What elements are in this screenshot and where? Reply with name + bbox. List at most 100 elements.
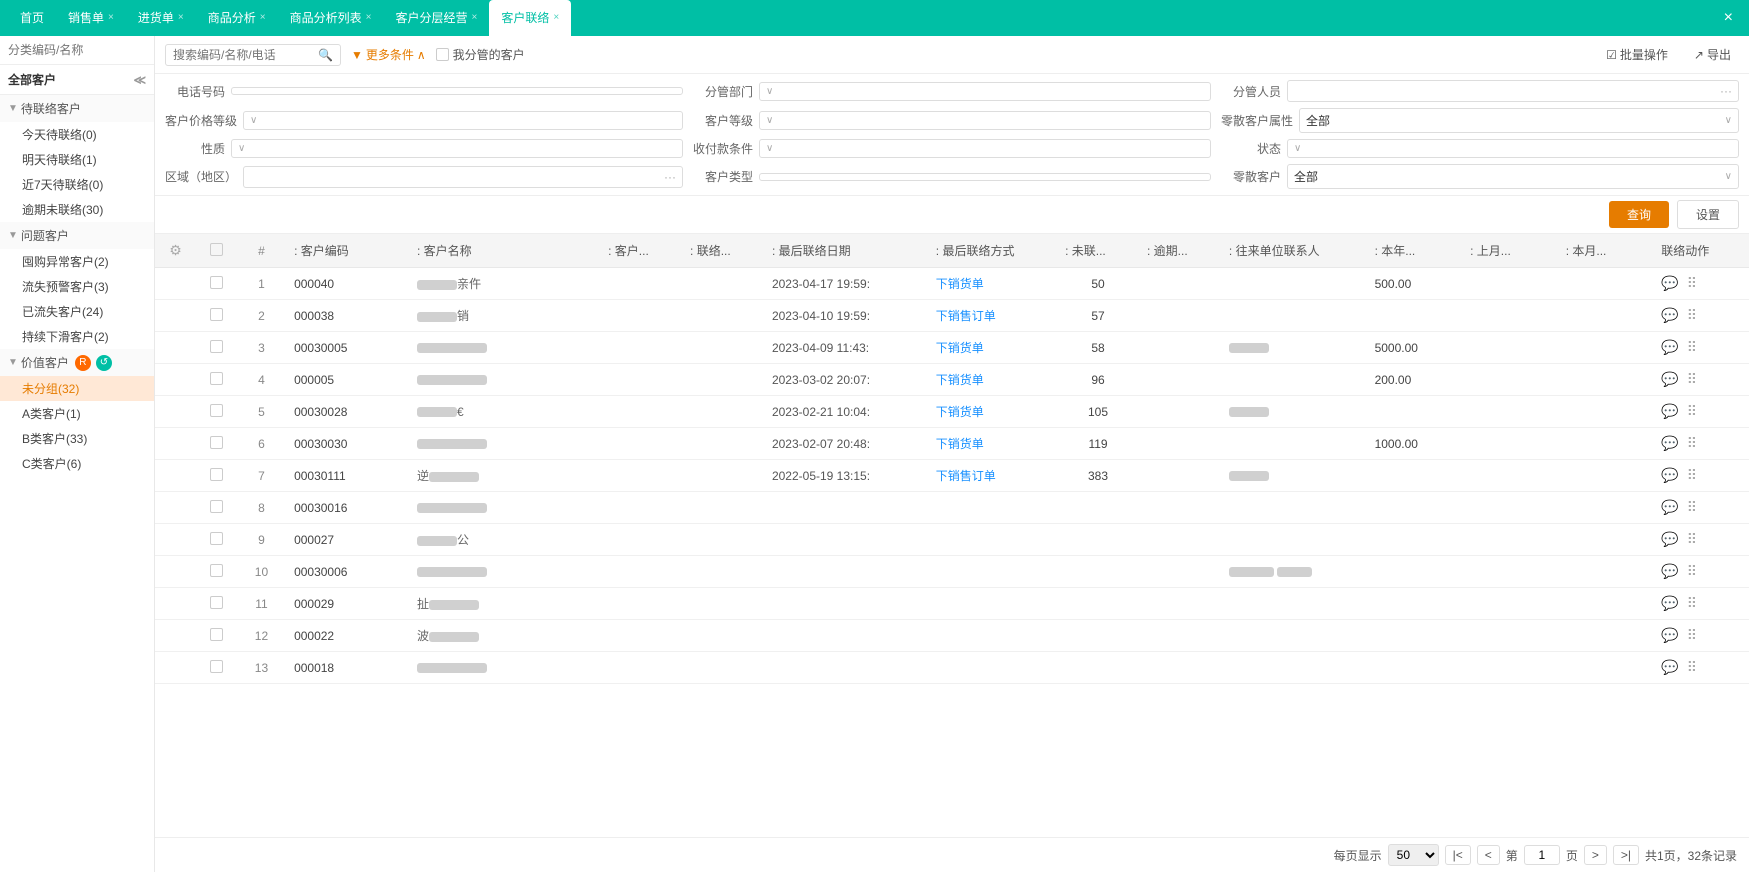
- reset-button[interactable]: 设置: [1677, 200, 1739, 229]
- nav-goods-analysis-list[interactable]: 商品分析列表 ×: [278, 0, 384, 36]
- nav-goods-analysis-list-close[interactable]: ×: [366, 0, 372, 36]
- first-page-btn[interactable]: |<: [1445, 845, 1471, 865]
- sidebar-all-customers[interactable]: 全部客户 ≪: [0, 65, 154, 95]
- chat-icon[interactable]: 💬: [1661, 371, 1678, 388]
- row-checkbox[interactable]: [210, 500, 223, 513]
- filter-status-input[interactable]: ∨: [1287, 139, 1739, 158]
- filter-dept-input[interactable]: ∨: [759, 82, 1211, 101]
- th-overdue[interactable]: : 逾期...: [1139, 234, 1221, 268]
- sidebar-item-declining[interactable]: 持续下滑客户(2): [0, 324, 154, 349]
- per-page-select[interactable]: 50 100 200: [1388, 844, 1439, 866]
- sidebar-collapse-icon[interactable]: ≪: [133, 73, 146, 87]
- filter-search-icon[interactable]: 🔍: [318, 48, 333, 62]
- nav-purchase[interactable]: 进货单 ×: [126, 0, 196, 36]
- batch-op-btn[interactable]: ☑ 批量操作: [1598, 42, 1676, 67]
- row-checkbox[interactable]: [210, 660, 223, 673]
- export-btn[interactable]: ↗ 导出: [1686, 42, 1739, 67]
- filter-search-input[interactable]: [173, 48, 313, 62]
- last-way-link[interactable]: 下销售订单: [936, 469, 996, 483]
- sidebar-search-input[interactable]: [8, 43, 155, 57]
- more-icon[interactable]: ⠿: [1687, 435, 1697, 452]
- row-checkbox[interactable]: [210, 436, 223, 449]
- th-last-date[interactable]: : 最后联络日期: [764, 234, 928, 268]
- filter-payment-input[interactable]: ∨: [759, 139, 1211, 158]
- filter-customer-type-input[interactable]: [759, 173, 1211, 181]
- page-input[interactable]: [1524, 845, 1560, 865]
- sidebar-item-7days[interactable]: 近7天待联络(0): [0, 172, 154, 197]
- chat-icon[interactable]: 💬: [1661, 275, 1678, 292]
- more-icon[interactable]: ⠿: [1687, 595, 1697, 612]
- nav-home[interactable]: 首页: [8, 0, 56, 36]
- th-name[interactable]: : 客户名称: [409, 234, 600, 268]
- last-way-link[interactable]: 下销售订单: [936, 309, 996, 323]
- chat-icon[interactable]: 💬: [1661, 659, 1678, 676]
- last-way-link[interactable]: 下销货单: [936, 341, 984, 355]
- chat-icon[interactable]: 💬: [1661, 339, 1678, 356]
- more-icon[interactable]: ⠿: [1687, 467, 1697, 484]
- filter-price-level-input[interactable]: ∨: [243, 111, 683, 130]
- row-checkbox[interactable]: [210, 404, 223, 417]
- app-close-button[interactable]: ×: [1716, 9, 1741, 27]
- sidebar-item-class-a[interactable]: A类客户(1): [0, 401, 154, 426]
- chat-icon[interactable]: 💬: [1661, 563, 1678, 580]
- row-checkbox[interactable]: [210, 468, 223, 481]
- chat-icon[interactable]: 💬: [1661, 627, 1678, 644]
- nav-goods-analysis[interactable]: 商品分析 ×: [196, 0, 278, 36]
- chat-icon[interactable]: 💬: [1661, 467, 1678, 484]
- nav-customer-contact[interactable]: 客户联络 ×: [489, 0, 571, 36]
- th-unlink[interactable]: : 未联...: [1057, 234, 1139, 268]
- next-page-btn[interactable]: >: [1584, 845, 1607, 865]
- row-checkbox[interactable]: [210, 372, 223, 385]
- last-way-link[interactable]: 下销货单: [936, 277, 984, 291]
- settings-icon[interactable]: ⚙: [169, 242, 182, 258]
- chat-icon[interactable]: 💬: [1661, 403, 1678, 420]
- row-checkbox[interactable]: [210, 532, 223, 545]
- nav-sales[interactable]: 销售单 ×: [56, 0, 126, 36]
- chat-icon[interactable]: 💬: [1661, 595, 1678, 612]
- last-page-btn[interactable]: >|: [1613, 845, 1639, 865]
- chat-icon[interactable]: 💬: [1661, 307, 1678, 324]
- filter-region-input[interactable]: ···: [243, 166, 683, 188]
- sidebar-item-today[interactable]: 今天待联络(0): [0, 122, 154, 147]
- value-refresh-icon[interactable]: ↺: [96, 355, 112, 371]
- more-icon[interactable]: ⠿: [1687, 339, 1697, 356]
- more-icon[interactable]: ⠿: [1687, 307, 1697, 324]
- filter-customer-level-input[interactable]: ∨: [759, 111, 1211, 130]
- prev-page-btn[interactable]: <: [1477, 845, 1500, 865]
- th-code[interactable]: : 客户编码: [286, 234, 409, 268]
- th-type[interactable]: : 客户...: [600, 234, 682, 268]
- select-all-checkbox[interactable]: [210, 243, 223, 256]
- more-icon[interactable]: ⠿: [1687, 499, 1697, 516]
- row-checkbox[interactable]: [210, 276, 223, 289]
- more-icon[interactable]: ⠿: [1687, 659, 1697, 676]
- nav-customer-contact-close[interactable]: ×: [553, 0, 559, 36]
- row-checkbox[interactable]: [210, 564, 223, 577]
- nav-customer-tier[interactable]: 客户分层经营 ×: [383, 0, 489, 36]
- row-checkbox[interactable]: [210, 596, 223, 609]
- my-customers-checkbox[interactable]: [436, 48, 449, 61]
- nav-customer-tier-close[interactable]: ×: [471, 0, 477, 36]
- th-thismonth[interactable]: : 本月...: [1558, 234, 1654, 268]
- th-thisyear[interactable]: : 本年...: [1367, 234, 1463, 268]
- more-icon[interactable]: ⠿: [1687, 563, 1697, 580]
- sidebar-item-churned[interactable]: 已流失客户(24): [0, 299, 154, 324]
- more-icon[interactable]: ⠿: [1687, 627, 1697, 644]
- th-contacts[interactable]: : 往来单位联系人: [1221, 234, 1367, 268]
- th-contact[interactable]: : 联络...: [682, 234, 764, 268]
- sidebar-item-class-b[interactable]: B类客户(33): [0, 426, 154, 451]
- sidebar-item-hoard-anomaly[interactable]: 囤购异常客户(2): [0, 249, 154, 274]
- sidebar-item-class-c[interactable]: C类客户(6): [0, 451, 154, 476]
- more-icon[interactable]: ⠿: [1687, 531, 1697, 548]
- sidebar-item-overdue[interactable]: 逾期未联络(30): [0, 197, 154, 222]
- more-icon[interactable]: ⠿: [1687, 371, 1697, 388]
- sidebar-item-churn-warning[interactable]: 流失预警客户(3): [0, 274, 154, 299]
- filter-manager-input[interactable]: ···: [1287, 80, 1739, 102]
- nav-sales-close[interactable]: ×: [108, 0, 114, 36]
- filter-phone-input[interactable]: [231, 87, 683, 95]
- more-icon[interactable]: ⠿: [1687, 403, 1697, 420]
- row-checkbox[interactable]: [210, 628, 223, 641]
- row-checkbox[interactable]: [210, 308, 223, 321]
- filter-zero-customer-input[interactable]: 全部 ∨: [1287, 164, 1739, 189]
- sidebar-item-no-group[interactable]: 未分组(32): [0, 376, 154, 401]
- row-checkbox[interactable]: [210, 340, 223, 353]
